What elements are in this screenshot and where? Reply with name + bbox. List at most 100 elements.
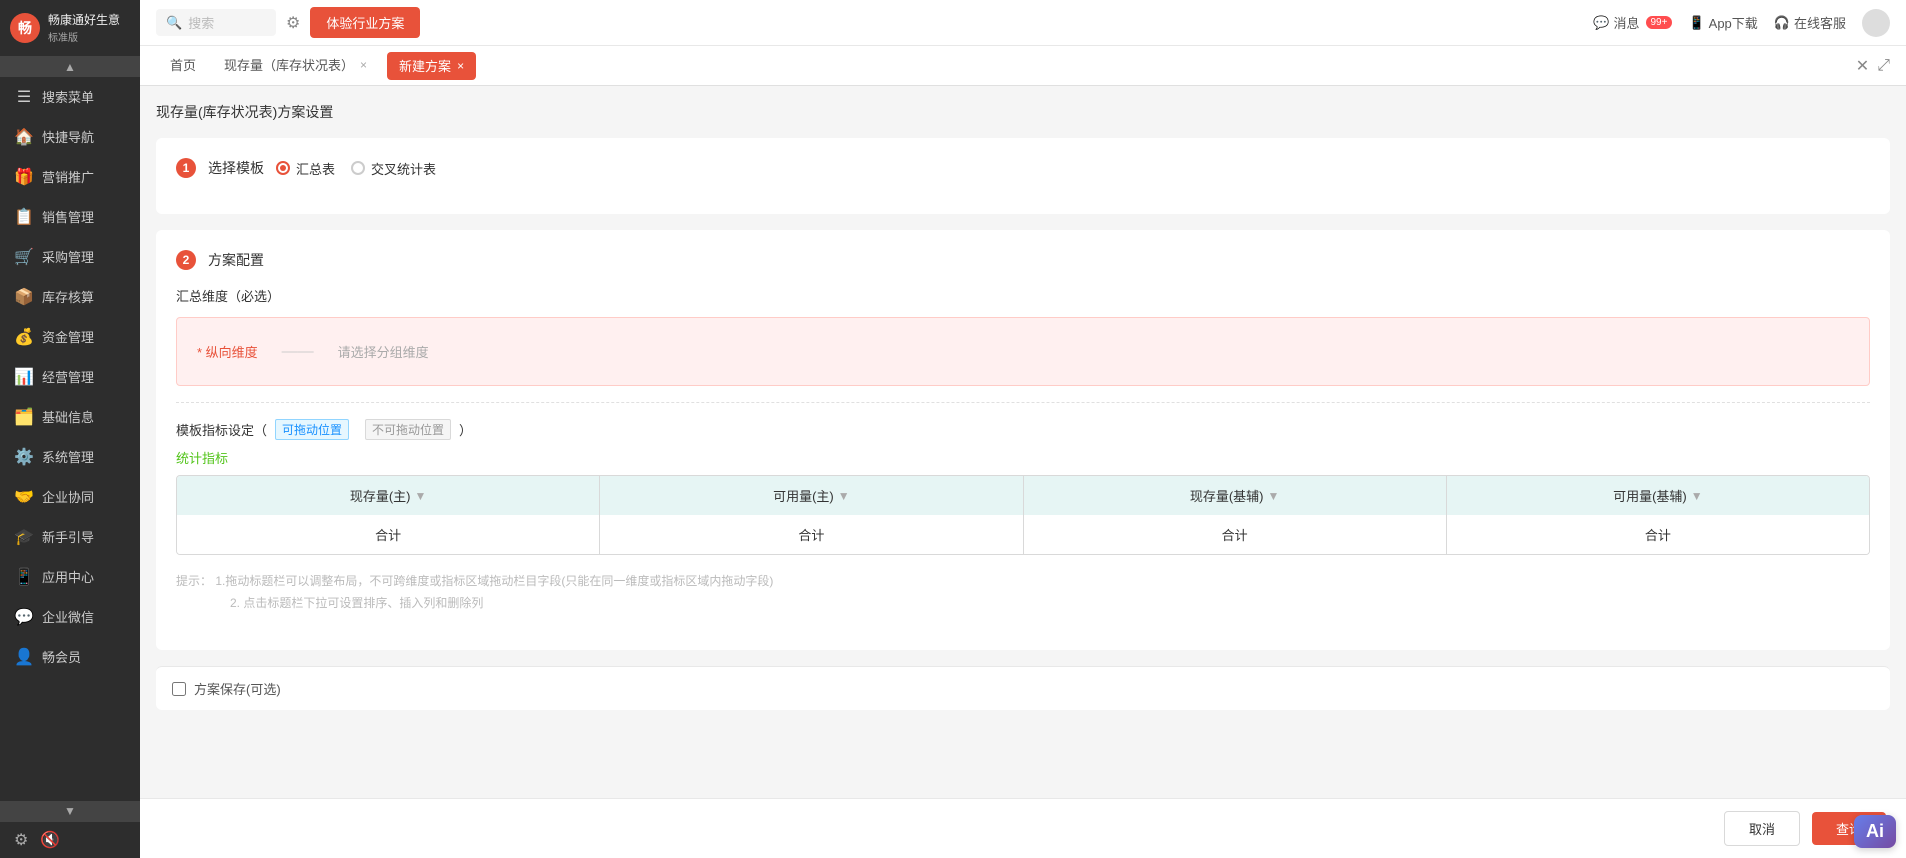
search-icon: 🔍 [166, 15, 182, 31]
col-dropdown-2[interactable]: ▼ [838, 489, 850, 503]
money-icon: 💰 [14, 327, 34, 347]
col-header-2-label: 可用量(主) [773, 486, 834, 505]
sidebar: 畅 畅康通好生意 标准版 ▲ ☰ 搜索菜单 🏠 快捷导航 🎁 营销推广 📋 销售… [0, 0, 140, 858]
section-divider [176, 402, 1870, 403]
audio-icon[interactable]: 🔇 [40, 830, 60, 850]
sidebar-scroll-up[interactable]: ▲ [0, 57, 140, 77]
close-panel-icon[interactable]: ✕ [1856, 56, 1869, 76]
expand-panel-icon[interactable]: ⤢ [1877, 57, 1890, 75]
radio-summary-dot [276, 161, 290, 175]
cancel-button[interactable]: 取消 [1724, 811, 1800, 846]
graduation-icon: 🎓 [14, 527, 34, 547]
download-icon: 📱 [1688, 15, 1704, 31]
col-dropdown-3[interactable]: ▼ [1268, 489, 1280, 503]
col-body-2: 合计 [600, 515, 1023, 554]
ai-badge[interactable]: Ai [1854, 815, 1896, 848]
message-btn[interactable]: 💬 消息 99+ [1593, 13, 1672, 32]
sidebar-item-system[interactable]: ⚙️ 系统管理 [0, 437, 140, 477]
sidebar-menu: ☰ 搜索菜单 🏠 快捷导航 🎁 营销推广 📋 销售管理 🛒 采购管理 📦 库存核… [0, 77, 140, 801]
online-service-btn[interactable]: 🎧 在线客服 [1774, 13, 1846, 32]
metrics-setting-label: 模板指标设定（ 可拖动位置 不可拖动位置 ） [176, 419, 1870, 440]
sidebar-item-sales[interactable]: 📋 销售管理 [0, 197, 140, 237]
sidebar-footer: ⚙ 🔇 [0, 821, 140, 858]
step1-row: 1 选择模板 汇总表 交叉统计表 [176, 158, 1870, 178]
sidebar-item-finance[interactable]: 💰 资金管理 [0, 317, 140, 357]
dim-required-label: * 纵向维度 [197, 342, 258, 361]
app-download-btn[interactable]: 📱 App下载 [1688, 13, 1757, 32]
box-icon: 📦 [14, 287, 34, 307]
tab-inventory[interactable]: 现存量（库存状况表） × [210, 46, 381, 86]
sidebar-item-quicknav[interactable]: 🏠 快捷导航 [0, 117, 140, 157]
search-menu-icon: ☰ [14, 87, 34, 107]
dim-placeholder-text: 请选择分组维度 [338, 342, 429, 361]
dim-section-label: 汇总维度（必选） [176, 286, 1870, 305]
logo-icon: 畅 [10, 13, 40, 43]
col-header-1[interactable]: 现存量(主) ▼ [177, 476, 600, 515]
sidebar-scroll-down[interactable]: ▼ [0, 801, 140, 821]
col-dropdown-1[interactable]: ▼ [415, 489, 427, 503]
chat-icon: 💬 [14, 607, 34, 627]
tab-new-scheme[interactable]: 新建方案 × [387, 52, 476, 80]
sidebar-item-newbie[interactable]: 🎓 新手引导 [0, 517, 140, 557]
step2-title-row: 2 方案配置 [176, 250, 1870, 270]
col-header-3-label: 现存量(基辅) [1190, 486, 1264, 505]
sidebar-item-contract[interactable]: 🤝 企业协同 [0, 477, 140, 517]
col-header-4[interactable]: 可用量(基辅) ▼ [1447, 476, 1869, 515]
sidebar-item-purchase[interactable]: 🛒 采购管理 [0, 237, 140, 277]
col-header-2[interactable]: 可用量(主) ▼ [600, 476, 1023, 515]
sidebar-item-label: 畅会员 [42, 647, 81, 666]
sidebar-item-marketing[interactable]: 🎁 营销推广 [0, 157, 140, 197]
radio-cross[interactable]: 交叉统计表 [351, 159, 436, 178]
col-header-3[interactable]: 现存量(基辅) ▼ [1024, 476, 1447, 515]
metrics-table: 现存量(主) ▼ 可用量(主) ▼ 现存量(基辅) ▼ 可用量(基辅) ▼ [176, 475, 1870, 555]
industry-solution-button[interactable]: 体验行业方案 [310, 7, 420, 38]
app-name: 畅康通好生意 [48, 12, 120, 29]
chart-icon: 📊 [14, 367, 34, 387]
radio-summary-label: 汇总表 [296, 159, 335, 178]
sidebar-item-wechat[interactable]: 💬 企业微信 [0, 597, 140, 637]
sidebar-item-label: 库存核算 [42, 287, 94, 306]
metrics-table-body-row: 合计 合计 合计 合计 [177, 515, 1869, 554]
sidebar-item-label: 资金管理 [42, 327, 94, 346]
cart-icon: 🛒 [14, 247, 34, 267]
online-service-label: 在线客服 [1794, 13, 1846, 32]
step2-card: 2 方案配置 汇总维度（必选） * 纵向维度 —— 请选择分组维度 模板指标设定… [156, 230, 1890, 650]
app-version: 标准版 [48, 29, 120, 44]
col-dropdown-4[interactable]: ▼ [1691, 489, 1703, 503]
search-box[interactable]: 🔍 搜索 [156, 9, 276, 36]
dimension-box[interactable]: * 纵向维度 —— 请选择分组维度 [176, 317, 1870, 386]
gear-icon: ⚙️ [14, 447, 34, 467]
sidebar-item-label: 销售管理 [42, 207, 94, 226]
gear-settings-icon[interactable]: ⚙ [286, 13, 300, 33]
user-icon: 👤 [14, 647, 34, 667]
save-checkbox[interactable] [172, 682, 186, 696]
tab-home[interactable]: 首页 [156, 46, 210, 86]
sidebar-item-basic[interactable]: 🗂️ 基础信息 [0, 397, 140, 437]
sidebar-item-apps[interactable]: 📱 应用中心 [0, 557, 140, 597]
step2-label: 方案配置 [208, 250, 264, 270]
step1-number: 1 [176, 158, 196, 178]
sidebar-item-inventory[interactable]: 📦 库存核算 [0, 277, 140, 317]
hint-box: 提示： 1.拖动标题栏可以调整布局，不可跨维度或指标区域拖动栏目字段(只能在同一… [176, 571, 1870, 614]
metrics-label-close: ） [459, 420, 472, 439]
sidebar-item-label: 企业微信 [42, 607, 94, 626]
sidebar-item-member[interactable]: 👤 畅会员 [0, 637, 140, 677]
message-badge: 99+ [1646, 16, 1673, 29]
user-avatar[interactable] [1862, 9, 1890, 37]
sidebar-item-label: 采购管理 [42, 247, 94, 266]
search-text: 搜索 [188, 13, 214, 32]
tab-new-scheme-label: 新建方案 [399, 56, 451, 75]
radio-summary[interactable]: 汇总表 [276, 159, 335, 178]
tab-new-close[interactable]: × [457, 59, 464, 73]
sidebar-item-search[interactable]: ☰ 搜索菜单 [0, 77, 140, 117]
mobile-icon: 📱 [14, 567, 34, 587]
movable-tag: 可拖动位置 [275, 419, 349, 440]
col-header-4-label: 可用量(基辅) [1613, 486, 1687, 505]
main-area: 🔍 搜索 ⚙ 体验行业方案 💬 消息 99+ 📱 App下载 🎧 在线客服 首页 [140, 0, 1906, 858]
settings-icon[interactable]: ⚙ [14, 830, 28, 850]
content-area: 现存量(库存状况表)方案设置 1 选择模板 汇总表 交叉统计表 [140, 86, 1906, 798]
tab-inventory-close[interactable]: × [360, 58, 367, 72]
sidebar-item-business[interactable]: 📊 经营管理 [0, 357, 140, 397]
sidebar-item-label: 经营管理 [42, 367, 94, 386]
save-row: 方案保存(可选) [156, 666, 1890, 710]
